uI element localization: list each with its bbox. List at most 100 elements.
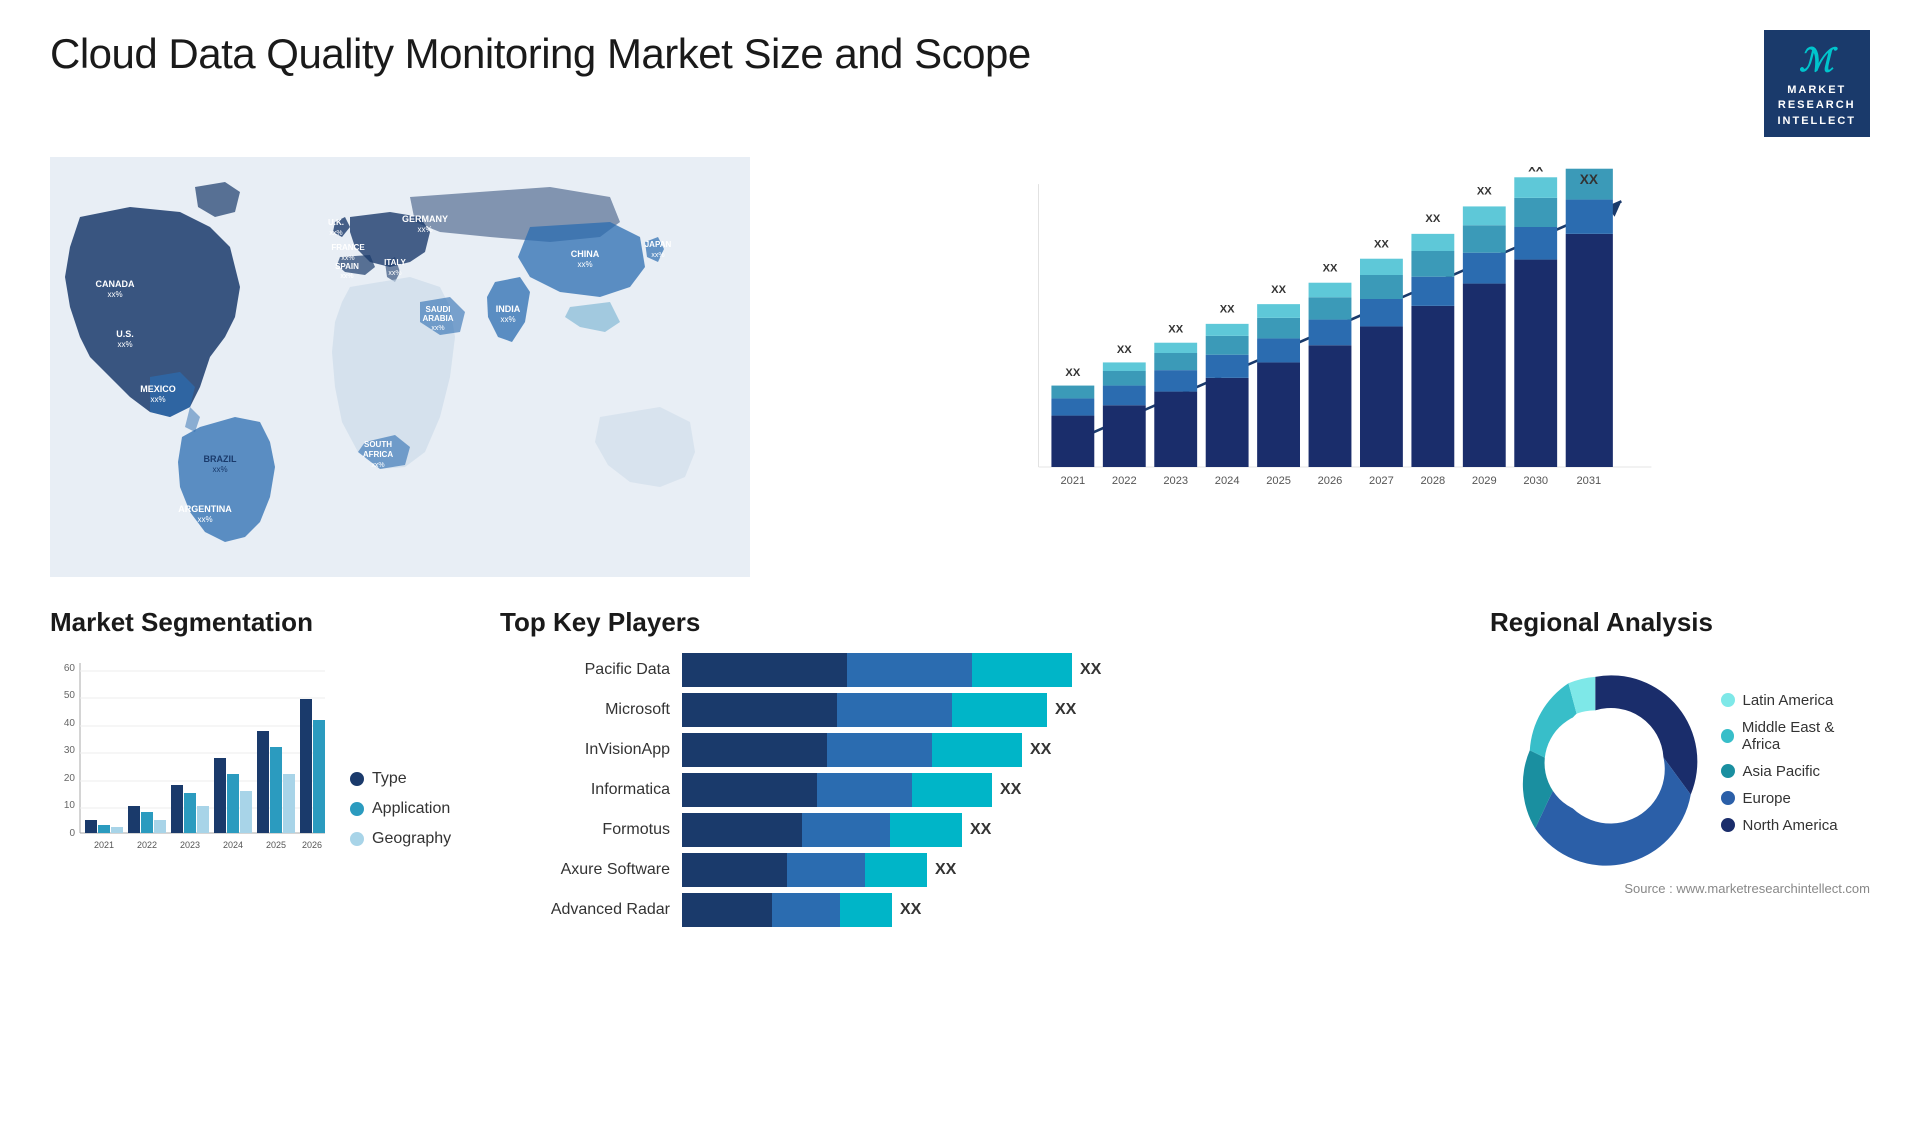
svg-text:CANADA: CANADA (96, 279, 135, 289)
svg-text:xx%: xx% (417, 225, 432, 234)
svg-text:SPAIN: SPAIN (335, 262, 359, 271)
svg-text:XX: XX (1220, 304, 1235, 316)
bar-seg1 (682, 853, 787, 887)
svg-text:XX: XX (1117, 344, 1132, 356)
svg-text:U.K.: U.K. (328, 218, 344, 227)
europe-dot (1721, 791, 1735, 805)
header: Cloud Data Quality Monitoring Market Siz… (50, 30, 1870, 137)
svg-text:2021: 2021 (1060, 475, 1085, 487)
svg-text:30: 30 (64, 745, 76, 756)
player-name: Advanced Radar (500, 901, 670, 919)
player-bar (682, 853, 927, 887)
legend-application-label: Application (372, 800, 450, 818)
svg-text:XX: XX (1528, 167, 1543, 174)
svg-text:AFRICA: AFRICA (363, 450, 393, 459)
svg-text:ARABIA: ARABIA (422, 314, 453, 323)
svg-text:ARGENTINA: ARGENTINA (178, 504, 232, 514)
players-section: Top Key Players Pacific Data XX (500, 607, 1460, 927)
svg-text:xx%: xx% (651, 252, 664, 259)
player-bar-wrap: XX (682, 893, 1460, 927)
svg-text:xx%: xx% (341, 255, 354, 262)
growth-bar-chart: XX XX XX XX (790, 157, 1870, 577)
bar-seg3 (865, 853, 927, 887)
legend-latin-america: Latin America (1721, 692, 1871, 709)
logo-box: ℳ MARKET RESEARCH INTELLECT (1764, 30, 1871, 137)
svg-text:INDIA: INDIA (496, 304, 521, 314)
svg-text:2026: 2026 (1318, 475, 1343, 487)
legend-geography: Geography (350, 830, 451, 848)
svg-text:xx%: xx% (371, 462, 384, 469)
legend-type-dot (350, 772, 364, 786)
regional-section: Regional Analysis (1490, 607, 1870, 927)
bar-seg3 (890, 813, 962, 847)
svg-text:2022: 2022 (1112, 475, 1137, 487)
svg-text:2022: 2022 (137, 840, 157, 850)
bar-seg2 (847, 653, 972, 687)
legend-type: Type (350, 770, 451, 788)
player-bar-wrap: XX (682, 733, 1460, 767)
segmentation-section: Market Segmentation 0 10 20 30 40 50 (50, 607, 470, 927)
regional-legend: Latin America Middle East & Africa Asia … (1721, 692, 1871, 834)
player-bar (682, 773, 992, 807)
svg-text:2021: 2021 (94, 840, 114, 850)
legend-asia-pacific: Asia Pacific (1721, 763, 1871, 780)
player-name: InVisionApp (500, 741, 670, 759)
svg-text:2025: 2025 (266, 840, 286, 850)
middle-east-label: Middle East & Africa (1742, 719, 1870, 753)
players-list: Pacific Data XX Microsoft (500, 653, 1460, 927)
svg-text:2026: 2026 (302, 840, 322, 850)
svg-text:ITALY: ITALY (384, 258, 406, 267)
svg-text:2029: 2029 (1472, 475, 1497, 487)
svg-text:60: 60 (64, 663, 76, 674)
svg-text:xx%: xx% (500, 315, 515, 324)
logo-area: ℳ MARKET RESEARCH INTELLECT (1764, 30, 1871, 137)
svg-text:xx%: xx% (197, 515, 212, 524)
player-bar (682, 893, 892, 927)
svg-text:40: 40 (64, 718, 76, 729)
svg-text:SAUDI: SAUDI (426, 305, 451, 314)
segmentation-chart: 0 10 20 30 40 50 60 (50, 653, 330, 878)
bar-seg3 (972, 653, 1072, 687)
bar-seg1 (682, 693, 837, 727)
players-title: Top Key Players (500, 607, 1460, 638)
player-row: Formotus XX (500, 813, 1460, 847)
bar-seg2 (827, 733, 932, 767)
asia-pacific-dot (1721, 764, 1735, 778)
player-row: Microsoft XX (500, 693, 1460, 727)
top-section: CANADA xx% U.S. xx% MEXICO xx% BRAZIL xx… (50, 157, 1870, 577)
player-value: XX (1055, 701, 1076, 719)
player-name: Microsoft (500, 701, 670, 719)
logo-line3: INTELLECT (1778, 114, 1857, 129)
svg-text:2025: 2025 (1266, 475, 1291, 487)
svg-text:2028: 2028 (1420, 475, 1445, 487)
source-text: Source : www.marketresearchintellect.com (1490, 881, 1870, 896)
svg-text:xx%: xx% (340, 273, 353, 280)
segmentation-legend: Type Application Geography (350, 770, 451, 878)
player-row: Advanced Radar XX (500, 893, 1460, 927)
svg-text:2023: 2023 (180, 840, 200, 850)
svg-text:xx%: xx% (150, 395, 165, 404)
bar-seg1 (682, 653, 847, 687)
player-bar (682, 733, 1022, 767)
svg-text:xx%: xx% (577, 260, 592, 269)
svg-text:GERMANY: GERMANY (402, 214, 448, 224)
player-bar (682, 653, 1072, 687)
svg-text:XX: XX (1271, 284, 1286, 296)
svg-text:XX: XX (1425, 213, 1440, 225)
player-bar-wrap: XX (682, 653, 1460, 687)
bottom-section: Market Segmentation 0 10 20 30 40 50 (50, 607, 1870, 927)
legend-type-label: Type (372, 770, 407, 788)
world-map: CANADA xx% U.S. xx% MEXICO xx% BRAZIL xx… (50, 157, 750, 577)
svg-text:2023: 2023 (1163, 475, 1188, 487)
player-name: Axure Software (500, 861, 670, 879)
svg-text:XX: XX (1477, 185, 1492, 197)
svg-text:2031: 2031 (1576, 475, 1601, 487)
middle-east-dot (1721, 729, 1734, 743)
svg-text:xx%: xx% (388, 270, 401, 277)
bar-seg1 (682, 733, 827, 767)
player-name: Informatica (500, 781, 670, 799)
svg-text:XX: XX (1323, 263, 1338, 275)
page-title: Cloud Data Quality Monitoring Market Siz… (50, 30, 1031, 78)
svg-text:2024: 2024 (223, 840, 243, 850)
svg-text:50: 50 (64, 690, 76, 701)
